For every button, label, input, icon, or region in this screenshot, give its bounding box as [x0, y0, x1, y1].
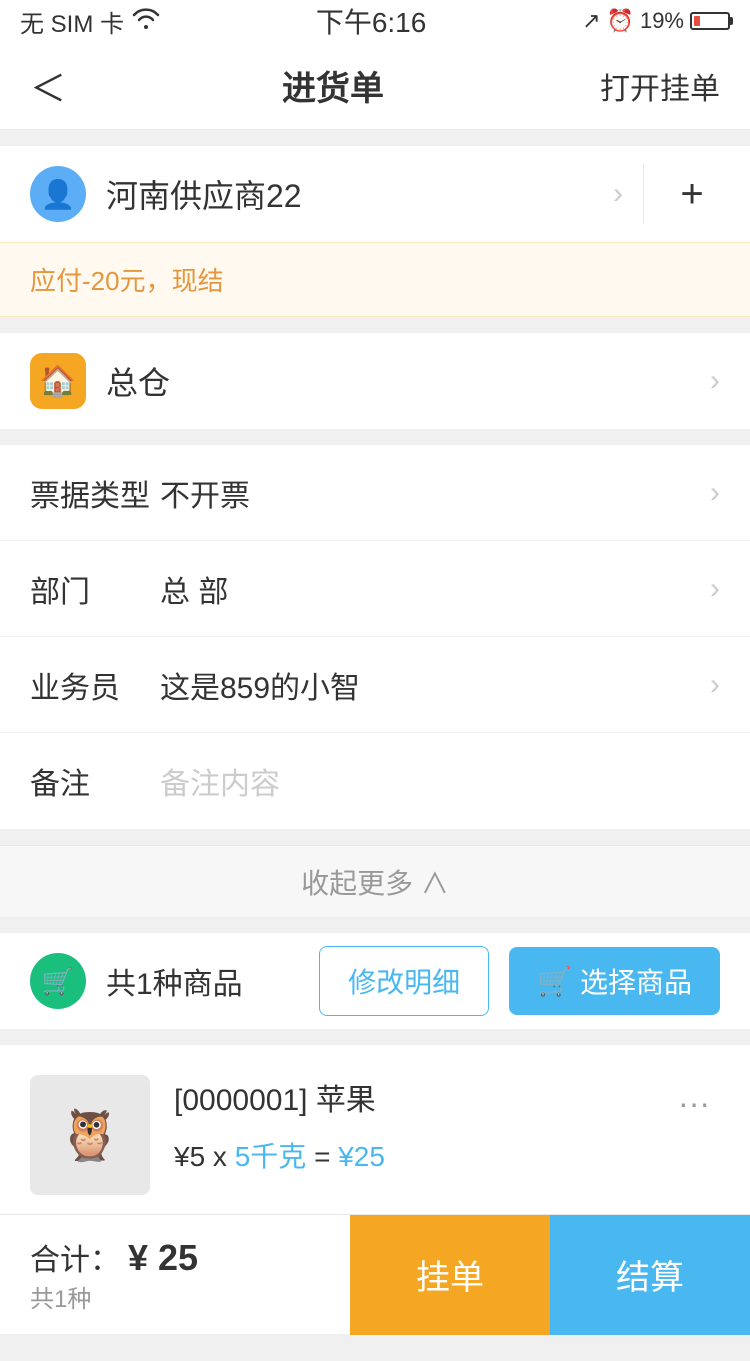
form-section: 票据类型 不开票 › 部门 总 部 › 业务员 这是859的小智 › 备注 备注… — [0, 445, 750, 829]
product-equals: = — [306, 1141, 338, 1172]
location-icon: ↗ — [582, 8, 600, 34]
checkout-button[interactable]: 结算 — [550, 1215, 750, 1335]
person-icon: 👤 — [41, 178, 76, 211]
status-bar-right: ↗ ⏰ 19% — [582, 8, 730, 34]
hang-button[interactable]: 挂单 — [350, 1215, 550, 1335]
salesperson-label: 业务员 — [30, 663, 160, 707]
product-price: ¥5 x 5千克 = ¥25 — [174, 1135, 644, 1175]
select-product-button[interactable]: 🛒 选择商品 — [509, 947, 720, 1015]
product-thumb-icon: 🦉 — [59, 1106, 121, 1165]
total-text: 合计： — [30, 1235, 120, 1279]
bottom-bar: 合计： ¥ 25 共1种 挂单 结算 — [0, 1214, 750, 1334]
collapse-toggle-button[interactable]: 收起更多 ∧ — [0, 845, 750, 917]
warehouse-icon: 🏠 — [30, 353, 86, 409]
battery-icon — [690, 12, 730, 30]
product-multiply: x — [205, 1141, 235, 1172]
remark-label: 备注 — [30, 759, 160, 803]
department-label: 部门 — [30, 567, 160, 611]
invoice-label: 票据类型 — [30, 471, 160, 515]
select-product-label: 选择商品 — [580, 961, 692, 1001]
product-item: 🦉 [0000001] 苹果 ¥5 x 5千克 = ¥25 ··· — [0, 1045, 750, 1225]
total-section: 合计： ¥ 25 共1种 — [0, 1235, 350, 1314]
invoice-value: 不开票 — [160, 471, 710, 515]
invoice-chevron-icon: › — [710, 476, 720, 510]
product-title: 苹果 — [316, 1084, 376, 1117]
remark-input[interactable]: 备注内容 — [160, 759, 720, 803]
form-row-invoice[interactable]: 票据类型 不开票 › — [0, 445, 750, 541]
product-name: [0000001] 苹果 — [174, 1075, 644, 1119]
page-title: 进货单 — [282, 61, 384, 110]
form-row-salesperson[interactable]: 业务员 这是859的小智 › — [0, 637, 750, 733]
product-thumbnail: 🦉 — [30, 1075, 150, 1195]
warehouse-chevron-icon: › — [710, 364, 720, 398]
form-row-remark[interactable]: 备注 备注内容 — [0, 733, 750, 829]
product-more-button[interactable]: ··· — [668, 1075, 720, 1132]
add-supplier-button[interactable]: + — [664, 166, 720, 222]
products-icon: 🛒 — [30, 953, 86, 1009]
status-bar-left: 无 SIM 卡 — [20, 4, 160, 39]
warehouse-row[interactable]: 🏠 总仓 › — [0, 333, 750, 429]
supplier-section: 👤 河南供应商22 › + 应付-20元，现结 — [0, 146, 750, 317]
department-value: 总 部 — [160, 567, 710, 611]
supplier-name: 河南供应商22 — [106, 171, 613, 217]
form-row-department[interactable]: 部门 总 部 › — [0, 541, 750, 637]
total-count: 共1种 — [30, 1279, 320, 1314]
home-icon: 🏠 — [39, 364, 76, 399]
product-total: ¥25 — [338, 1141, 385, 1172]
total-amount: ¥ 25 — [128, 1237, 198, 1279]
product-info: [0000001] 苹果 ¥5 x 5千克 = ¥25 — [174, 1075, 644, 1175]
warehouse-name: 总仓 — [106, 358, 710, 404]
select-product-icon: 🛒 — [537, 965, 572, 998]
cart-icon: 🛒 — [42, 966, 74, 997]
supplier-avatar: 👤 — [30, 166, 86, 222]
chevron-right-icon: › — [613, 177, 623, 211]
salesperson-value: 这是859的小智 — [160, 663, 710, 707]
products-count-label: 共1种商品 — [106, 959, 299, 1003]
product-unit-price: ¥5 — [174, 1141, 205, 1172]
warehouse-section: 🏠 总仓 › — [0, 333, 750, 429]
collapse-label: 收起更多 ∧ — [301, 862, 449, 902]
back-button[interactable]: ＜ — [30, 60, 66, 112]
department-chevron-icon: › — [710, 572, 720, 606]
products-header: 🛒 共1种商品 修改明细 🛒 选择商品 — [0, 933, 750, 1029]
status-bar: 无 SIM 卡 下午6:16 ↗ ⏰ 19% — [0, 0, 750, 42]
alarm-icon: ⏰ — [607, 8, 634, 34]
open-pending-button[interactable]: 打开挂单 — [600, 64, 720, 108]
status-bar-time: 下午6:16 — [316, 1, 427, 41]
wifi-icon — [132, 7, 160, 36]
alert-text: 应付-20元，现结 — [30, 266, 224, 296]
main-content: 👤 河南供应商22 › + 应付-20元，现结 🏠 总仓 › 票据类型 不开票 … — [0, 146, 750, 1361]
supplier-divider — [643, 164, 644, 224]
nav-bar: ＜ 进货单 打开挂单 — [0, 42, 750, 130]
product-qty: 5千克 — [235, 1141, 307, 1172]
edit-detail-button[interactable]: 修改明细 — [319, 946, 489, 1016]
product-code: [0000001] — [174, 1084, 307, 1117]
battery-pct: 19% — [640, 8, 684, 34]
salesperson-chevron-icon: › — [710, 668, 720, 702]
supplier-alert-banner: 应付-20元，现结 — [0, 242, 750, 317]
supplier-row[interactable]: 👤 河南供应商22 › + — [0, 146, 750, 242]
carrier-label: 无 SIM 卡 — [20, 4, 124, 39]
total-label-row: 合计： ¥ 25 — [30, 1235, 320, 1279]
